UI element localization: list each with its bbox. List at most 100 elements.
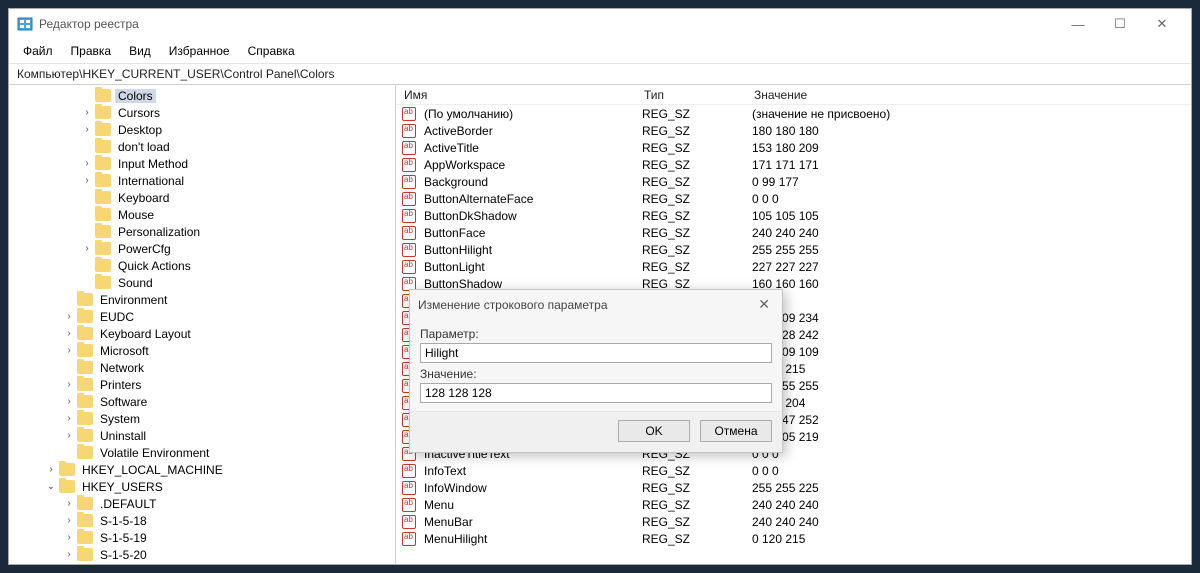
value-type: REG_SZ [634, 481, 744, 495]
value-type: REG_SZ [634, 209, 744, 223]
expand-closed-icon[interactable]: › [81, 124, 93, 135]
value-row[interactable]: ButtonHilightREG_SZ255 255 255 [396, 241, 1191, 258]
value-row[interactable]: ButtonAlternateFaceREG_SZ0 0 0 [396, 190, 1191, 207]
tree-item[interactable]: ·Sound [9, 274, 395, 291]
menu-view[interactable]: Вид [121, 41, 159, 61]
header-name[interactable]: Имя [396, 86, 636, 104]
tree-item[interactable]: ›Keyboard Layout [9, 325, 395, 342]
param-input[interactable] [420, 343, 772, 363]
string-value-icon [402, 226, 416, 240]
expand-open-icon[interactable]: ⌄ [45, 481, 57, 492]
expand-closed-icon[interactable]: › [63, 532, 75, 543]
menu-favorites[interactable]: Избранное [161, 41, 238, 61]
tree-pane[interactable]: ·Colors›Cursors›Desktop·don't load›Input… [9, 85, 396, 564]
value-name: Menu [416, 498, 634, 512]
expand-closed-icon[interactable]: › [63, 328, 75, 339]
tree-item-label: Volatile Environment [97, 446, 212, 460]
menubar: Файл Правка Вид Избранное Справка [9, 39, 1191, 64]
tree-item[interactable]: ·Quick Actions [9, 257, 395, 274]
tree-item[interactable]: ·don't load [9, 138, 395, 155]
tree-item[interactable]: ⌄HKEY_USERS [9, 478, 395, 495]
value-row[interactable]: AppWorkspaceREG_SZ171 171 171 [396, 156, 1191, 173]
expand-closed-icon[interactable]: › [81, 158, 93, 169]
expand-closed-icon[interactable]: › [45, 464, 57, 475]
expand-closed-icon[interactable]: › [63, 345, 75, 356]
value-row[interactable]: InfoWindowREG_SZ255 255 225 [396, 479, 1191, 496]
tree-item-label: Uninstall [97, 429, 149, 443]
expand-closed-icon[interactable]: › [81, 107, 93, 118]
value-row[interactable]: MenuBarREG_SZ240 240 240 [396, 513, 1191, 530]
folder-icon [95, 106, 111, 119]
value-input[interactable] [420, 383, 772, 403]
folder-icon [77, 412, 93, 425]
value-row[interactable]: InfoTextREG_SZ0 0 0 [396, 462, 1191, 479]
tree-item[interactable]: ›Input Method [9, 155, 395, 172]
value-name: ButtonDkShadow [416, 209, 634, 223]
tree-item[interactable]: ·Network [9, 359, 395, 376]
tree-item[interactable]: ›International [9, 172, 395, 189]
value-row[interactable]: (По умолчанию)REG_SZ(значение не присвое… [396, 105, 1191, 122]
header-type[interactable]: Тип [636, 86, 746, 104]
expand-closed-icon[interactable]: › [81, 175, 93, 186]
close-button[interactable]: ✕ [1141, 10, 1183, 38]
tree-item[interactable]: ›Microsoft [9, 342, 395, 359]
expand-none: · [81, 277, 93, 288]
tree-item[interactable]: ·Keyboard [9, 189, 395, 206]
menu-file[interactable]: Файл [15, 41, 61, 61]
tree-item[interactable]: ›Cursors [9, 104, 395, 121]
tree-item[interactable]: ›HKEY_LOCAL_MACHINE [9, 461, 395, 478]
tree-item[interactable]: ›Software [9, 393, 395, 410]
tree-item[interactable]: ·Environment [9, 291, 395, 308]
tree-item[interactable]: ·Personalization [9, 223, 395, 240]
expand-closed-icon[interactable]: › [63, 549, 75, 560]
value-type: REG_SZ [634, 107, 744, 121]
tree-item[interactable]: ·Volatile Environment [9, 444, 395, 461]
folder-icon [95, 191, 111, 204]
folder-icon [77, 497, 93, 510]
expand-closed-icon[interactable]: › [63, 430, 75, 441]
tree-item-label: S-1-5-18 [97, 514, 150, 528]
tree-item[interactable]: ·Mouse [9, 206, 395, 223]
expand-closed-icon[interactable]: › [63, 413, 75, 424]
tree-item[interactable]: ›.DEFAULT [9, 495, 395, 512]
window-title: Редактор реестра [39, 17, 139, 31]
value-data: 0 120 215 [744, 532, 1191, 546]
tree-item[interactable]: ›Desktop [9, 121, 395, 138]
header-value[interactable]: Значение [746, 86, 1191, 104]
tree-item[interactable]: ›PowerCfg [9, 240, 395, 257]
tree-item[interactable]: ›S-1-5-19 [9, 529, 395, 546]
value-row[interactable]: ButtonFaceREG_SZ240 240 240 [396, 224, 1191, 241]
dialog-close-button[interactable]: ✕ [754, 296, 774, 313]
value-data: (значение не присвоено) [744, 107, 1191, 121]
tree-item[interactable]: ›System [9, 410, 395, 427]
menu-edit[interactable]: Правка [63, 41, 120, 61]
value-row[interactable]: ButtonLightREG_SZ227 227 227 [396, 258, 1191, 275]
tree-item[interactable]: ·Colors [9, 87, 395, 104]
value-row[interactable]: MenuHilightREG_SZ0 120 215 [396, 530, 1191, 547]
tree-item[interactable]: › Printers [9, 376, 395, 393]
value-row[interactable]: ButtonDkShadowREG_SZ105 105 105 [396, 207, 1191, 224]
value-row[interactable]: MenuREG_SZ240 240 240 [396, 496, 1191, 513]
expand-closed-icon[interactable]: › [63, 498, 75, 509]
tree-item[interactable]: ›EUDC [9, 308, 395, 325]
ok-button[interactable]: OK [618, 420, 690, 442]
menu-help[interactable]: Справка [240, 41, 303, 61]
expand-closed-icon[interactable]: › [81, 243, 93, 254]
expand-closed-icon[interactable]: › [63, 515, 75, 526]
expand-closed-icon[interactable]: › [63, 379, 75, 390]
tree-item[interactable]: › Uninstall [9, 427, 395, 444]
minimize-button[interactable]: — [1057, 10, 1099, 38]
expand-closed-icon[interactable]: › [63, 396, 75, 407]
tree-item[interactable]: › S-1-5-18 [9, 512, 395, 529]
value-row[interactable]: BackgroundREG_SZ0 99 177 [396, 173, 1191, 190]
value-row[interactable]: ActiveBorderREG_SZ180 180 180 [396, 122, 1191, 139]
address-bar[interactable]: Компьютер\HKEY_CURRENT_USER\Control Pane… [9, 64, 1191, 85]
tree-item-label: Printers [97, 378, 144, 392]
expand-closed-icon[interactable]: › [63, 311, 75, 322]
regedit-icon [17, 16, 33, 32]
tree-item[interactable]: ›S-1-5-20 [9, 546, 395, 563]
maximize-button[interactable]: ☐ [1099, 10, 1141, 38]
cancel-button[interactable]: Отмена [700, 420, 772, 442]
value-row[interactable]: ActiveTitleREG_SZ153 180 209 [396, 139, 1191, 156]
value-data: 240 240 240 [744, 515, 1191, 529]
